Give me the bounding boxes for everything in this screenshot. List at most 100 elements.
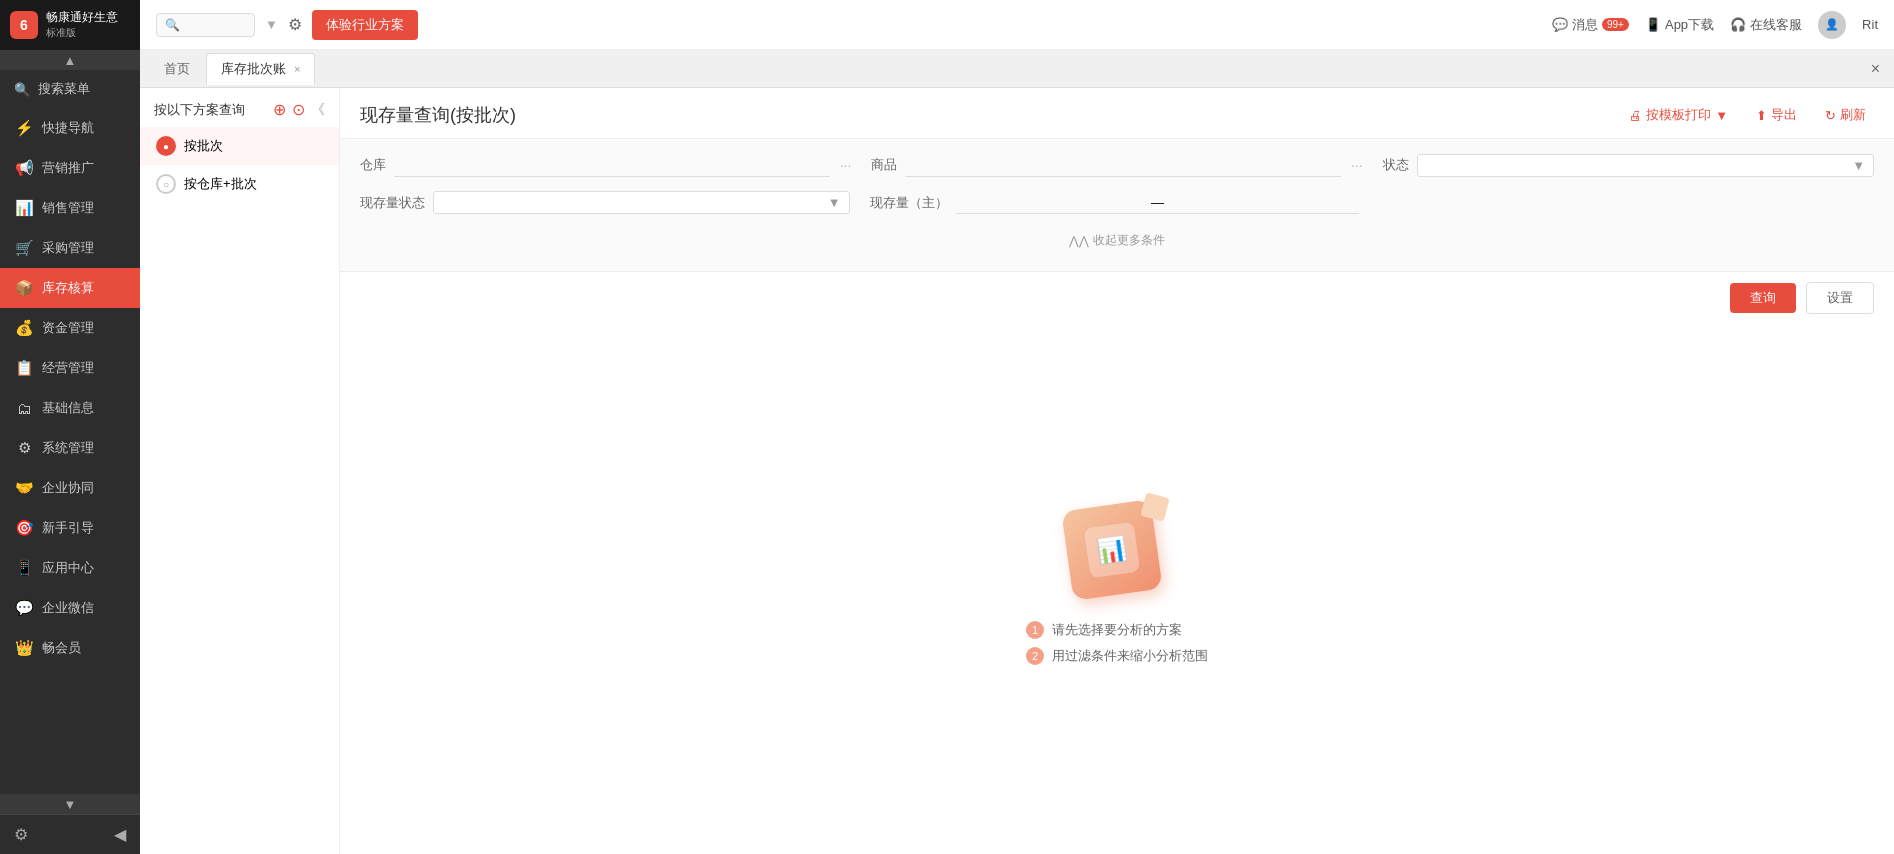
product-label: 商品 [871, 156, 897, 174]
topbar: 🔍 ▼ ⚙ 体验行业方案 💬 消息 99+ 📱 App下载 🎧 在线客服 👤 [140, 0, 1894, 50]
marketing-icon: 📢 [14, 159, 34, 177]
finance-icon: 💰 [14, 319, 34, 337]
stock-qty-dash: — [1151, 195, 1164, 210]
sidebar-item-finance[interactable]: 💰 资金管理 [0, 308, 140, 348]
sidebar-item-guide[interactable]: 🎯 新手引导 [0, 508, 140, 548]
collapse-more-btn[interactable]: ⋀⋀ 收起更多条件 [360, 224, 1874, 257]
scroll-down-btn[interactable]: ▼ [0, 794, 140, 814]
basics-icon: 🗂 [14, 400, 34, 417]
topbar-dropdown-icon[interactable]: ▼ [265, 17, 278, 32]
export-btn[interactable]: ⬆ 导出 [1748, 102, 1805, 128]
action-bar: 查询 设置 [340, 272, 1894, 324]
tab-inventory-batch[interactable]: 库存批次账 × [206, 53, 315, 85]
print-icon: 🖨 [1629, 108, 1642, 123]
filter-area: 仓库 ··· 商品 ··· 状态 ▼ [340, 139, 1894, 272]
topbar-gear-icon[interactable]: ⚙ [288, 15, 302, 34]
add-plan-icon[interactable]: ⊕ [273, 100, 286, 119]
search-menu[interactable]: 🔍 搜索菜单 [0, 70, 140, 108]
sidebar-item-app-center[interactable]: 📱 应用中心 [0, 548, 140, 588]
messages-badge: 99+ [1602, 18, 1629, 31]
page-title: 现存量查询(按批次) [360, 103, 516, 127]
plan-item-by-warehouse-batch[interactable]: ○ 按仓库+批次 [140, 165, 339, 203]
topbar-right: 💬 消息 99+ 📱 App下载 🎧 在线客服 👤 Rit [1552, 11, 1878, 39]
user-name[interactable]: Rit [1862, 17, 1878, 32]
settings-plan-icon[interactable]: ⊙ [292, 100, 305, 119]
print-dropdown-icon[interactable]: ▼ [1715, 108, 1728, 123]
sidebar-item-enterprise[interactable]: 🤝 企业协同 [0, 468, 140, 508]
sidebar-item-sales[interactable]: 📊 销售管理 [0, 188, 140, 228]
sales-icon: 📊 [14, 199, 34, 217]
sidebar-item-purchase[interactable]: 🛒 采购管理 [0, 228, 140, 268]
status-label: 状态 [1383, 156, 1409, 174]
user-avatar[interactable]: 👤 [1818, 11, 1846, 39]
status-select[interactable]: ▼ [1417, 154, 1874, 177]
tip-num-1: 1 [1026, 621, 1044, 639]
plan-item-by-batch[interactable]: ● 按批次 [140, 127, 339, 165]
filter-stock-status: 现存量状态 ▼ [360, 191, 850, 214]
filter-stock-qty: 现存量（主） — [870, 192, 1360, 214]
main-area: 🔍 ▼ ⚙ 体验行业方案 💬 消息 99+ 📱 App下载 🎧 在线客服 👤 [140, 0, 1894, 854]
sidebar-header: 6 畅康通好生意 标准版 [0, 0, 140, 50]
page-header: 现存量查询(按批次) 🖨 按模板打印 ▼ ⬆ 导出 ↻ 刷新 [340, 88, 1894, 139]
plan-by-warehouse-icon: ○ [156, 174, 176, 194]
messages-icon: 💬 [1552, 17, 1568, 32]
filter-product: 商品 ··· [871, 153, 1362, 177]
page-content: 按以下方案查询 ⊕ ⊙ 《 ● 按批次 ○ 按仓库+批次 [140, 88, 1894, 854]
collapse-up-icon: ⋀⋀ [1069, 234, 1089, 248]
filter-status: 状态 ▼ [1383, 153, 1874, 177]
service-icon: 🎧 [1730, 17, 1746, 32]
collapse-plan-icon[interactable]: 《 [311, 101, 325, 119]
stock-qty-max[interactable] [1168, 195, 1359, 210]
refresh-btn[interactable]: ↻ 刷新 [1817, 102, 1874, 128]
download-icon: 📱 [1645, 17, 1661, 32]
left-panel-actions: ⊕ ⊙ 《 [273, 100, 325, 119]
close-all-tabs-icon[interactable]: × [1867, 56, 1884, 82]
sidebar-item-quick-nav[interactable]: ⚡ 快捷导航 [0, 108, 140, 148]
app-download-action[interactable]: 📱 App下载 [1645, 16, 1714, 34]
stock-status-select[interactable]: ▼ [433, 191, 850, 214]
messages-action[interactable]: 💬 消息 99+ [1552, 16, 1629, 34]
refresh-icon: ↻ [1825, 108, 1836, 123]
topbar-search-box[interactable]: 🔍 [156, 13, 255, 37]
tip-num-2: 2 [1026, 647, 1044, 665]
wechat-icon: 💬 [14, 599, 34, 617]
app-subtitle: 标准版 [46, 26, 118, 40]
sidebar-item-inventory[interactable]: 📦 库存核算 [0, 268, 140, 308]
tab-close-inventory-batch[interactable]: × [294, 63, 300, 75]
sidebar-item-operations[interactable]: 📋 经营管理 [0, 348, 140, 388]
left-panel-title: 按以下方案查询 [154, 101, 245, 119]
sidebar-item-system[interactable]: ⚙ 系统管理 [0, 428, 140, 468]
plan-by-batch-icon: ● [156, 136, 176, 156]
right-panel: 现存量查询(按批次) 🖨 按模板打印 ▼ ⬆ 导出 ↻ 刷新 [340, 88, 1894, 854]
avatar-img: 👤 [1825, 18, 1839, 31]
settings-footer-icon[interactable]: ⚙ [14, 825, 28, 844]
sidebar-item-member[interactable]: 👑 畅会员 [0, 628, 140, 668]
sidebar-item-basics[interactable]: 🗂 基础信息 [0, 388, 140, 428]
scroll-up-btn[interactable]: ▲ [0, 50, 140, 70]
app-logo: 6 [10, 11, 38, 39]
product-input[interactable] [905, 153, 1341, 177]
online-service-action[interactable]: 🎧 在线客服 [1730, 16, 1802, 34]
trial-button[interactable]: 体验行业方案 [312, 10, 418, 40]
status-dropdown-icon: ▼ [1852, 158, 1865, 173]
empty-tip-2: 2 用过滤条件来缩小分析范围 [1026, 647, 1208, 665]
sidebar-item-wechat[interactable]: 💬 企业微信 [0, 588, 140, 628]
inventory-icon: 📦 [14, 279, 34, 297]
tab-home[interactable]: 首页 [150, 54, 204, 84]
print-template-btn[interactable]: 🖨 按模板打印 ▼ [1621, 102, 1736, 128]
left-panel: 按以下方案查询 ⊕ ⊙ 《 ● 按批次 ○ 按仓库+批次 [140, 88, 340, 854]
warehouse-more-icon[interactable]: ··· [840, 157, 852, 173]
product-more-icon[interactable]: ··· [1351, 157, 1363, 173]
settings-button[interactable]: 设置 [1806, 282, 1874, 314]
warehouse-input[interactable] [394, 153, 830, 177]
sidebar-item-marketing[interactable]: 📢 营销推广 [0, 148, 140, 188]
collapse-sidebar-icon[interactable]: ◀ [114, 825, 126, 844]
stock-qty-min[interactable] [956, 195, 1147, 210]
query-button[interactable]: 查询 [1730, 283, 1796, 313]
guide-icon: 🎯 [14, 519, 34, 537]
page-header-actions: 🖨 按模板打印 ▼ ⬆ 导出 ↻ 刷新 [1621, 102, 1874, 128]
stock-qty-label: 现存量（主） [870, 194, 948, 212]
empty-state: 📊 1 请先选择要分析的方案 2 用过滤条件来缩小分析范围 [340, 324, 1894, 854]
stock-status-dropdown-icon: ▼ [828, 195, 841, 210]
quick-nav-icon: ⚡ [14, 119, 34, 137]
